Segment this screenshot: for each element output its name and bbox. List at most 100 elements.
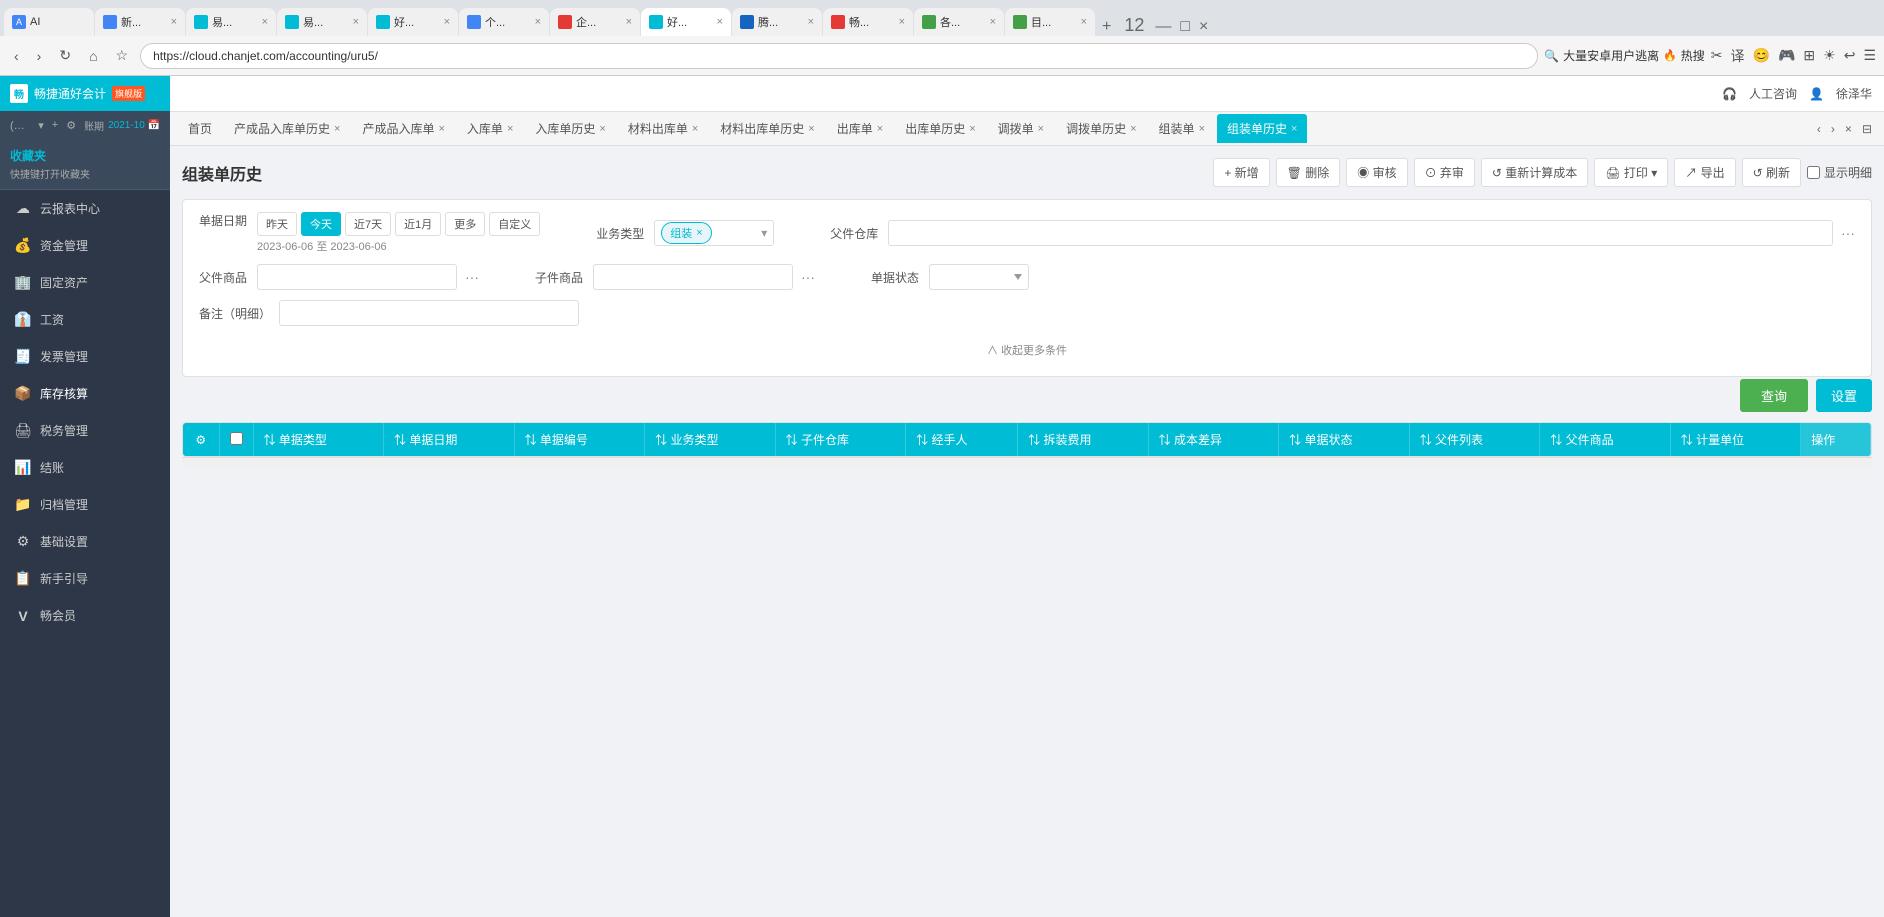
new-tab-button[interactable]: +	[1096, 18, 1117, 36]
page-tab-material-out[interactable]: 材料出库单 ×	[618, 114, 708, 143]
date-btn-1month[interactable]: 近1月	[395, 212, 441, 236]
recalculate-cost-btn[interactable]: ↺ 重新计算成本	[1481, 158, 1588, 187]
sidebar-item-tax[interactable]: 🖨 税务管理	[0, 412, 170, 449]
select-all-checkbox[interactable]	[230, 432, 243, 445]
th-handler[interactable]: ⇅ 经手人	[906, 423, 1018, 456]
tab-close-icon[interactable]: ×	[1291, 123, 1297, 135]
tab-close-icon[interactable]: ×	[334, 123, 340, 135]
page-tab-production-in[interactable]: 产成品入库单 ×	[352, 114, 454, 143]
settings-icon-small[interactable]: ⚙	[66, 119, 76, 132]
page-tab-material-out-history[interactable]: 材料出库单历史 ×	[710, 114, 824, 143]
address-input[interactable]	[140, 43, 1538, 69]
translate-icon[interactable]: 译	[1731, 46, 1745, 66]
browser-tab-teng[interactable]: 腾... ×	[732, 8, 822, 36]
page-tab-assembly[interactable]: 组装单 ×	[1149, 114, 1215, 143]
tab-more-options[interactable]: ⊟	[1858, 120, 1876, 138]
customer-service-btn[interactable]: 人工咨询	[1749, 85, 1797, 102]
sidebar-item-settings[interactable]: ⚙ 基础设置	[0, 523, 170, 560]
home-button[interactable]: ⌂	[83, 44, 103, 68]
sidebar-item-fund[interactable]: 💰 资金管理	[0, 227, 170, 264]
child-goods-more-icon[interactable]: ···	[801, 269, 815, 285]
parent-warehouse-more-icon[interactable]: ···	[1841, 225, 1855, 241]
sidebar-item-member[interactable]: V 畅会员	[0, 597, 170, 634]
user-name[interactable]: 徐泽华	[1836, 85, 1872, 102]
date-btn-7days[interactable]: 近7天	[345, 212, 391, 236]
show-detail-checkbox-label[interactable]: 显示明细	[1807, 164, 1872, 181]
parent-warehouse-input[interactable]	[888, 220, 1833, 246]
page-tab-home[interactable]: 首页	[178, 114, 222, 143]
cut-icon[interactable]: ✂	[1711, 47, 1723, 64]
tab-count-badge[interactable]: 12	[1118, 15, 1150, 36]
child-goods-input[interactable]	[593, 264, 793, 290]
date-btn-today[interactable]: 今天	[301, 212, 341, 236]
bill-status-select[interactable]	[929, 264, 1029, 290]
tab-close-icon[interactable]: ×	[1199, 123, 1205, 135]
back-button[interactable]: ‹	[8, 44, 25, 68]
browser-tab-hao1[interactable]: 好... ×	[368, 8, 458, 36]
th-cost-diff[interactable]: ⇅ 成本差异	[1148, 423, 1279, 456]
brightness-icon[interactable]: ☀	[1823, 47, 1836, 64]
th-biz-type[interactable]: ⇅ 业务类型	[645, 423, 776, 456]
delete-btn[interactable]: 🗑 删除	[1276, 158, 1341, 187]
menu-icon[interactable]: ☰	[1863, 47, 1876, 64]
page-tab-assembly-history[interactable]: 组装单历史 ×	[1217, 114, 1307, 143]
setting-btn[interactable]: 设置	[1816, 379, 1872, 412]
export-btn[interactable]: ↗ 导出	[1674, 158, 1735, 187]
browser-tab-ai[interactable]: A AI	[4, 8, 94, 36]
browser-tab-ge[interactable]: 个... ×	[459, 8, 549, 36]
print-btn[interactable]: 🖨 打印 ▾	[1594, 158, 1668, 187]
page-tab-in-bill[interactable]: 入库单 ×	[457, 114, 523, 143]
sidebar-item-inventory[interactable]: 📦 库存核算	[0, 375, 170, 412]
th-checkbox[interactable]	[219, 423, 253, 456]
sidebar-item-salary[interactable]: 👔 工资	[0, 301, 170, 338]
tab-close-icon[interactable]: ×	[1130, 123, 1136, 135]
tab-close-icon[interactable]: ×	[438, 123, 444, 135]
parent-goods-input[interactable]	[257, 264, 457, 290]
sidebar-item-checkout[interactable]: 📊 结账	[0, 449, 170, 486]
page-tab-production-in-history[interactable]: 产成品入库单历史 ×	[224, 114, 350, 143]
biz-type-remove-icon[interactable]: ×	[696, 227, 702, 239]
undo-icon[interactable]: ↩	[1844, 47, 1856, 64]
tab-close-icon[interactable]: ×	[969, 123, 975, 135]
period-value[interactable]: 2021-10 📅	[108, 120, 160, 131]
minimize-button[interactable]: —	[1151, 18, 1175, 36]
browser-tab-yi1[interactable]: 易... ×	[186, 8, 276, 36]
page-tab-transfer[interactable]: 调拨单 ×	[988, 114, 1054, 143]
forward-button[interactable]: ›	[31, 44, 48, 68]
page-tab-out-bill[interactable]: 出库单 ×	[827, 114, 893, 143]
biz-type-dropdown-icon[interactable]: ▾	[761, 226, 767, 240]
th-child-warehouse[interactable]: ⇅ 子件仓库	[775, 423, 906, 456]
sidebar-item-fixed-assets[interactable]: 🏢 固定资产	[0, 264, 170, 301]
emoji-icon[interactable]: 😊	[1753, 47, 1770, 64]
tab-scroll-left[interactable]: ‹	[1813, 120, 1825, 138]
tab-scroll-right[interactable]: ›	[1827, 120, 1839, 138]
tab-close-icon[interactable]: ×	[1038, 123, 1044, 135]
refresh-btn[interactable]: ↺ 刷新	[1742, 158, 1801, 187]
browser-tab-yi2[interactable]: 易... ×	[277, 8, 367, 36]
th-bill-date[interactable]: ⇅ 单据日期	[384, 423, 515, 456]
tab-close-icon[interactable]: ×	[507, 123, 513, 135]
th-bill-status[interactable]: ⇅ 单据状态	[1279, 423, 1410, 456]
th-parent-list[interactable]: ⇅ 父件列表	[1409, 423, 1540, 456]
th-disassembly-fee[interactable]: ⇅ 拆装费用	[1018, 423, 1149, 456]
sidebar-item-guide[interactable]: 📋 新手引导	[0, 560, 170, 597]
new-btn[interactable]: + 新增	[1213, 158, 1269, 187]
browser-tab-mu[interactable]: 目... ×	[1005, 8, 1095, 36]
collapse-btn[interactable]: ∧ 收起更多条件	[987, 342, 1067, 358]
query-btn[interactable]: 查询	[1740, 379, 1808, 412]
audit-btn[interactable]: ◉ 审核	[1346, 158, 1407, 187]
th-parent-goods[interactable]: ⇅ 父件商品	[1540, 423, 1671, 456]
browser-tab-qi[interactable]: 企... ×	[550, 8, 640, 36]
sidebar-item-invoice[interactable]: 🧾 发票管理	[0, 338, 170, 375]
tab-close-icon[interactable]: ×	[599, 123, 605, 135]
th-unit[interactable]: ⇅ 计量单位	[1670, 423, 1801, 456]
company-dropdown-icon[interactable]: ▾	[38, 119, 44, 132]
sidebar-item-cloud-report[interactable]: ☁ 云报表中心	[0, 190, 170, 227]
date-btn-custom[interactable]: 自定义	[489, 212, 540, 236]
browser-tab-new[interactable]: 新... ×	[95, 8, 185, 36]
grid-icon[interactable]: ⊞	[1803, 47, 1815, 64]
browser-tab-chang[interactable]: 畅... ×	[823, 8, 913, 36]
add-company-icon[interactable]: +	[52, 119, 58, 131]
date-btn-yesterday[interactable]: 昨天	[257, 212, 297, 236]
th-bill-type[interactable]: ⇅ 单据类型	[253, 423, 384, 456]
